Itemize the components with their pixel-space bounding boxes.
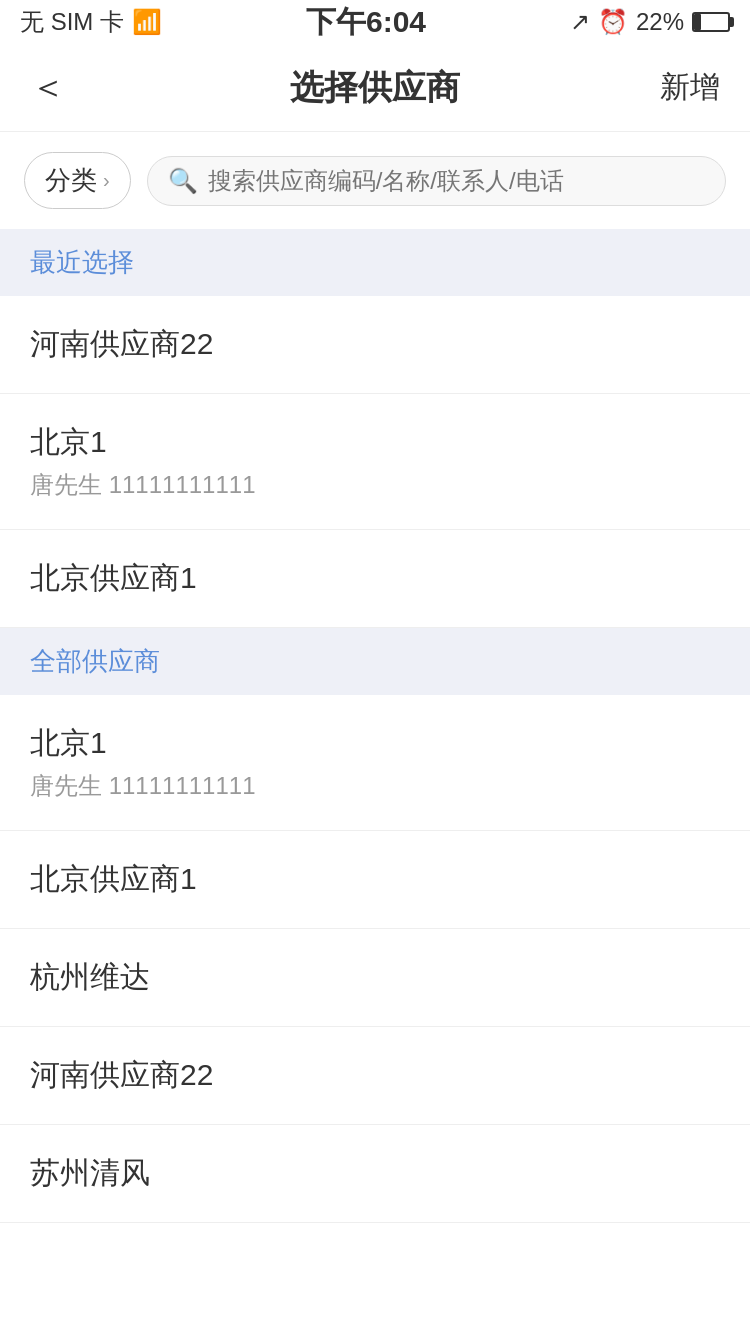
search-icon: 🔍 [168,167,198,195]
list-item[interactable]: 北京供应商1 [0,530,750,628]
status-bar: 无 SIM 卡 📶 下午6:04 ↗ ⏰ 22% [0,0,750,44]
status-left: 无 SIM 卡 📶 [20,6,162,38]
search-input[interactable] [208,167,705,195]
item-name: 杭州维达 [30,957,720,998]
location-icon: ↗ [570,8,590,36]
recent-section-label: 最近选择 [30,247,134,277]
alarm-icon: ⏰ [598,8,628,36]
list-item[interactable]: 杭州维达 [0,929,750,1027]
item-sub: 唐先生 11111111111 [30,770,720,802]
list-item[interactable]: 河南供应商22 [0,1027,750,1125]
recent-section-header: 最近选择 [0,229,750,296]
filter-bar: 分类 › 🔍 [0,132,750,229]
new-add-button[interactable]: 新增 [660,67,720,108]
all-list: 北京1 唐先生 11111111111 北京供应商1 杭州维达河南供应商22 苏州清风 [0,695,750,1223]
page-title: 选择供应商 [290,65,460,111]
list-item[interactable]: 北京1 唐先生 11111111111 [0,394,750,530]
battery-icon [692,12,730,32]
list-item[interactable]: 苏州清风 [0,1125,750,1223]
list-item[interactable]: 河南供应商22 [0,296,750,394]
all-section-label: 全部供应商 [30,646,160,676]
all-section-header: 全部供应商 [0,628,750,695]
item-sub: 唐先生 11111111111 [30,469,720,501]
item-name: 北京1 [30,723,720,764]
wifi-icon: 📶 [132,8,162,36]
list-item[interactable]: 北京供应商1 [0,831,750,929]
item-name: 河南供应商22 [30,324,720,365]
battery-percentage: 22% [636,8,684,36]
chevron-right-icon: › [103,169,110,192]
search-box: 🔍 [147,156,726,206]
item-name: 河南供应商22 [30,1055,720,1096]
category-button[interactable]: 分类 › [24,152,131,209]
status-time: 下午6:04 [306,2,426,43]
recent-list: 河南供应商22 北京1 唐先生 11111111111 北京供应商1 [0,296,750,628]
back-button[interactable]: ＜ [30,63,90,112]
item-name: 北京1 [30,422,720,463]
item-name: 北京供应商1 [30,558,720,599]
no-sim-label: 无 SIM 卡 [20,6,124,38]
category-label: 分类 [45,163,97,198]
list-item[interactable]: 北京1 唐先生 11111111111 [0,695,750,831]
item-name: 北京供应商1 [30,859,720,900]
nav-bar: ＜ 选择供应商 新增 [0,44,750,132]
status-right: ↗ ⏰ 22% [570,8,730,36]
item-name: 苏州清风 [30,1153,720,1194]
